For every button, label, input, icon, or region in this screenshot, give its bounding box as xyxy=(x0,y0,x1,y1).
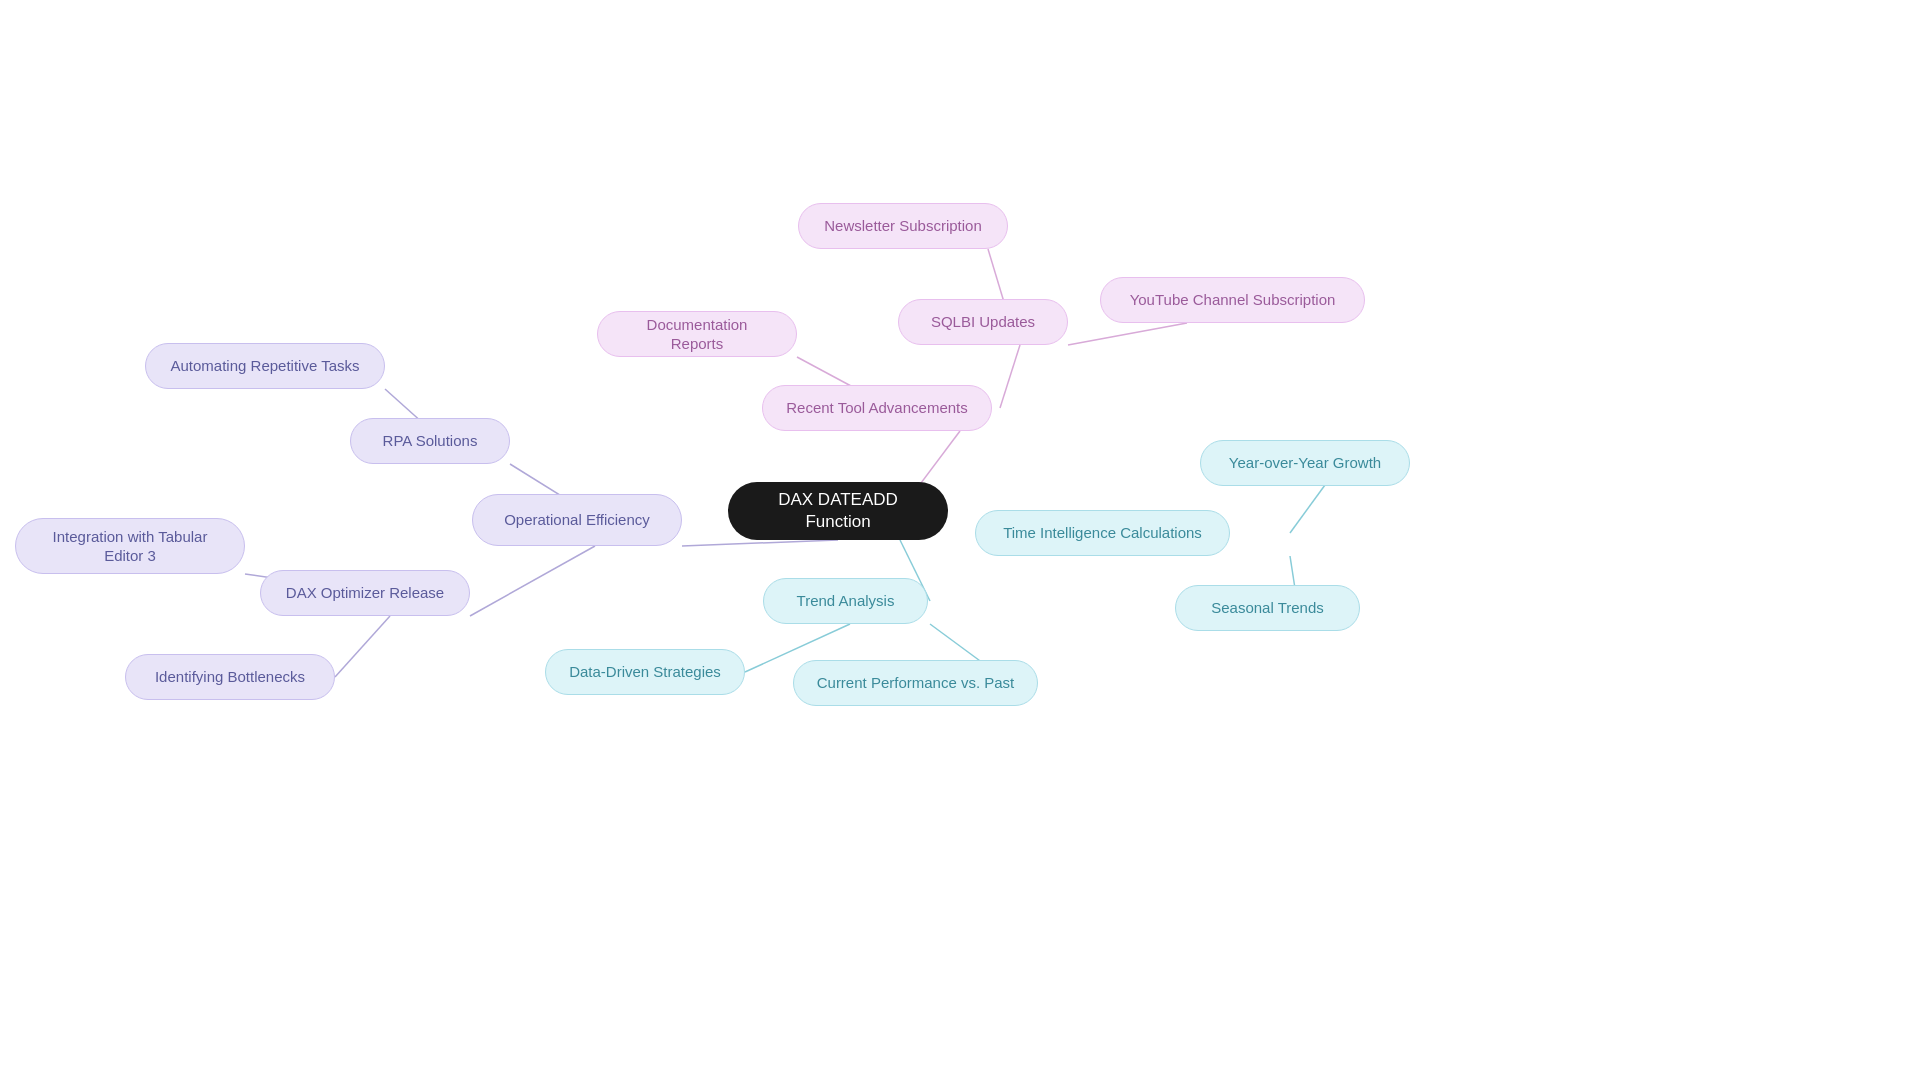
sqlbi-updates-node[interactable]: SQLBI Updates xyxy=(898,299,1068,345)
newsletter-subscription-node[interactable]: Newsletter Subscription xyxy=(798,203,1008,249)
seasonal-trends-node[interactable]: Seasonal Trends xyxy=(1175,585,1360,631)
automating-tasks-node[interactable]: Automating Repetitive Tasks xyxy=(145,343,385,389)
current-performance-node[interactable]: Current Performance vs. Past xyxy=(793,660,1038,706)
center-node[interactable]: DAX DATEADD Function xyxy=(728,482,948,540)
documentation-reports-node[interactable]: Documentation Reports xyxy=(597,311,797,357)
time-intelligence-node[interactable]: Time Intelligence Calculations xyxy=(975,510,1230,556)
svg-line-8 xyxy=(1000,345,1020,408)
dax-optimizer-node[interactable]: DAX Optimizer Release xyxy=(260,570,470,616)
svg-line-0 xyxy=(682,540,838,546)
operational-efficiency-node[interactable]: Operational Efficiency xyxy=(472,494,682,546)
svg-line-5 xyxy=(335,616,390,677)
svg-line-10 xyxy=(1068,323,1187,345)
rpa-solutions-node[interactable]: RPA Solutions xyxy=(350,418,510,464)
year-over-year-node[interactable]: Year-over-Year Growth xyxy=(1200,440,1410,486)
svg-line-15 xyxy=(1290,485,1325,533)
svg-line-3 xyxy=(470,546,595,616)
recent-tool-advancements-node[interactable]: Recent Tool Advancements xyxy=(762,385,992,431)
integration-tabular-node[interactable]: Integration with Tabular Editor 3 xyxy=(15,518,245,574)
data-driven-strategies-node[interactable]: Data-Driven Strategies xyxy=(545,649,745,695)
identifying-bottlenecks-node[interactable]: Identifying Bottlenecks xyxy=(125,654,335,700)
trend-analysis-node[interactable]: Trend Analysis xyxy=(763,578,928,624)
youtube-subscription-node[interactable]: YouTube Channel Subscription xyxy=(1100,277,1365,323)
